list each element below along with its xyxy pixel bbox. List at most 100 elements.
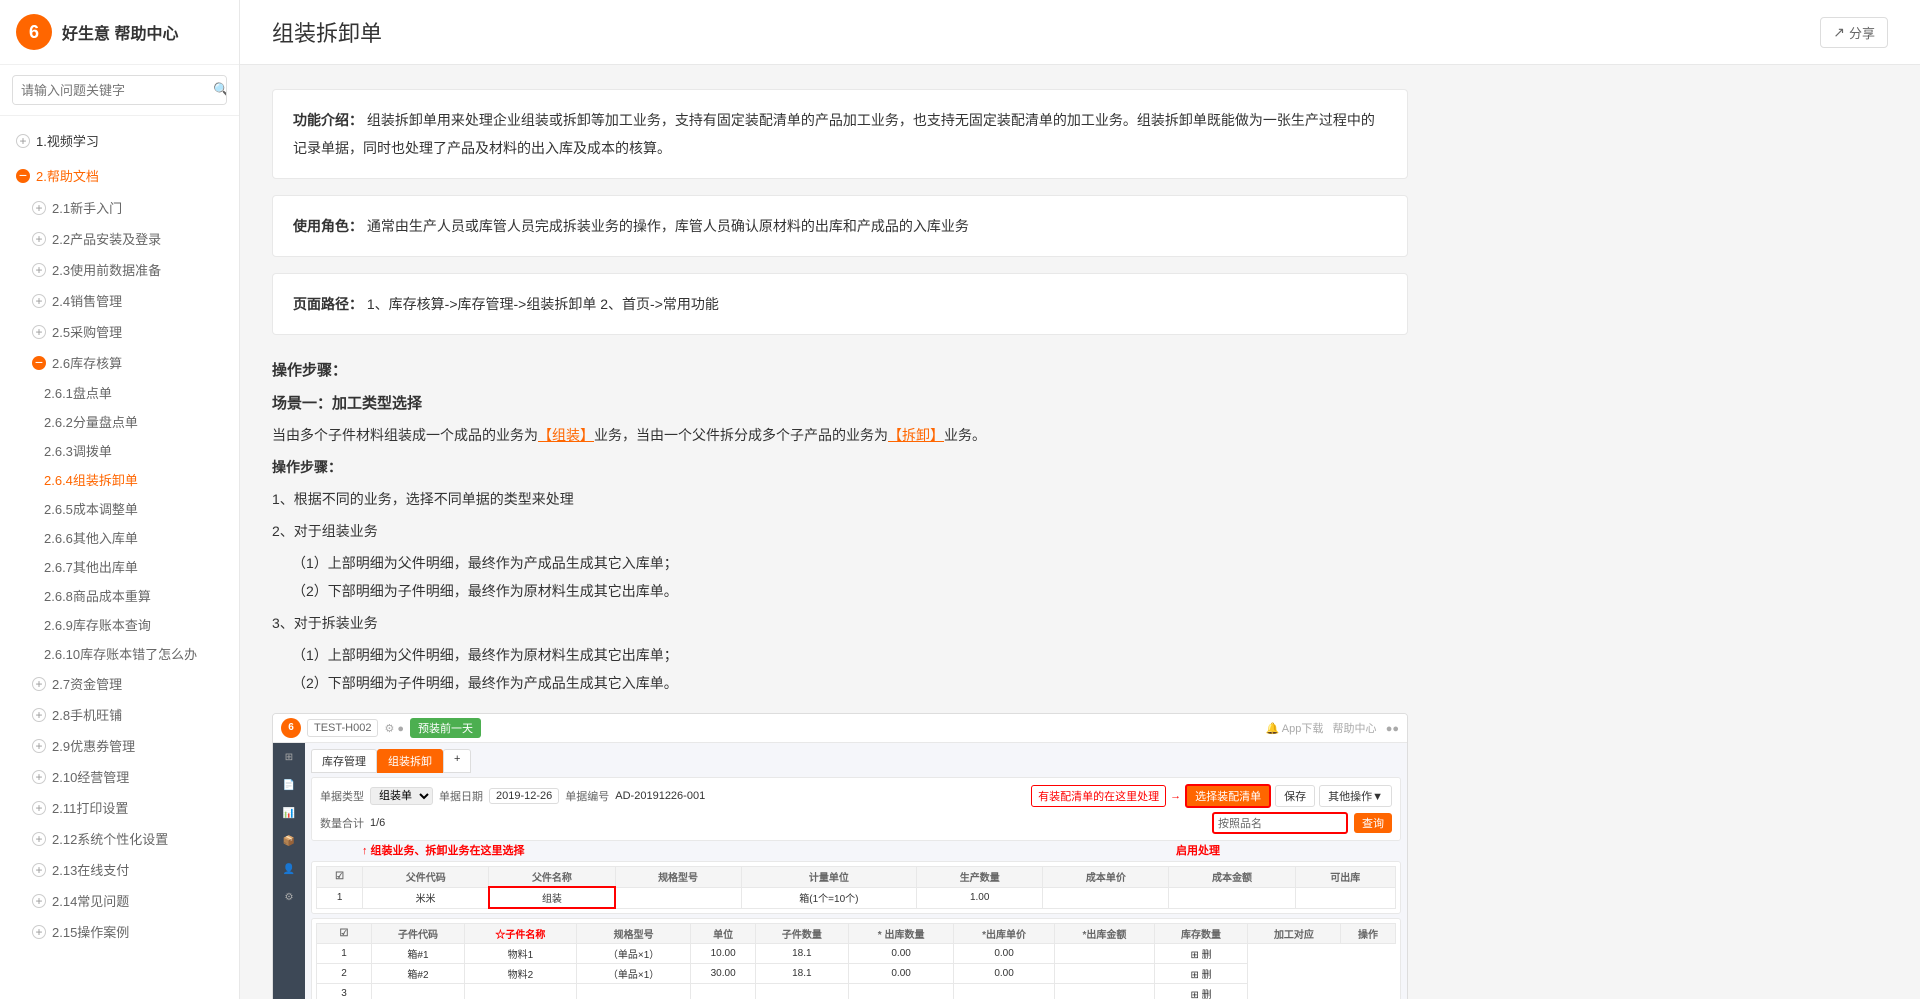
sidebar-item-ops[interactable]: + 2.10经营管理 bbox=[0, 761, 239, 792]
role-text: 通常由生产人员或库管人员完成拆装业务的操作，库管人员确认原材料的出库和产成品的入… bbox=[367, 218, 969, 234]
highlight-disassembly: 【拆卸】 bbox=[888, 427, 944, 443]
sidebar-item-purchase[interactable]: + 2.5采购管理 bbox=[0, 316, 239, 347]
sidebar-item-install[interactable]: + 2.2产品安装及登录 bbox=[0, 223, 239, 254]
plus-icon-finance: + bbox=[32, 677, 46, 691]
sidebar-label-stock-ledger: 2.6.9库存账本查询 bbox=[44, 618, 151, 633]
app-sidebar-box: 📦 bbox=[273, 827, 305, 855]
sidebar-label-stock-error: 2.6.10库存账本错了怎么办 bbox=[44, 647, 197, 662]
form-count-val: 1/6 bbox=[370, 817, 385, 829]
sidebar-label-finance: 2.7资金管理 bbox=[52, 674, 122, 693]
sidebar: 6 好生意 帮助中心 🔍 + 1.视频学习 − 2.帮助文档 + bbox=[0, 0, 240, 999]
plus-icon-custom: + bbox=[32, 832, 46, 846]
share-label: 分享 bbox=[1849, 23, 1875, 42]
highlight-assembly: 【组装】 bbox=[538, 427, 594, 443]
app-sidebar-home: ⊞ bbox=[273, 743, 305, 771]
sidebar-item-cost-recalc[interactable]: 2.6.8商品成本重算 bbox=[0, 581, 239, 610]
form-billno-val: AD-20191226-001 bbox=[615, 790, 705, 802]
app-sidebar-doc: 📄 bbox=[273, 771, 305, 799]
sidebar-item-finance[interactable]: + 2.7资金管理 bbox=[0, 668, 239, 699]
plus-icon-data: + bbox=[32, 263, 46, 277]
app-form-row1: 单据类型 组装单 拆卸单 单据日期 2019-12-26 单据编号 AD-201… bbox=[320, 784, 1392, 808]
sidebar-label-other-out: 2.6.7其他出库单 bbox=[44, 560, 138, 575]
nav-section-help: − 2.帮助文档 + 2.1新手入门 + 2.2产品安装及登录 + 2.3使用前… bbox=[0, 159, 239, 947]
func-intro-label: 功能介绍： bbox=[293, 112, 363, 128]
sidebar-item-inventory[interactable]: − 2.6库存核算 bbox=[0, 347, 239, 378]
nav-children-help: + 2.1新手入门 + 2.2产品安装及登录 + 2.3使用前数据准备 + 2.… bbox=[0, 192, 239, 947]
app-sidebar-settings: ⚙ bbox=[273, 883, 305, 911]
path-block: 页面路径： 1、库存核算->库存管理->组装拆卸单 2、首页->常用功能 bbox=[272, 273, 1408, 335]
app-sidebar-person: 👤 bbox=[273, 855, 305, 883]
sidebar-item-stock-ledger[interactable]: 2.6.9库存账本查询 bbox=[0, 610, 239, 639]
btn-save[interactable]: 保存 bbox=[1275, 785, 1315, 807]
col-total-cost: 成本金额 bbox=[1169, 867, 1295, 888]
col-parent-name: 父件名称 bbox=[489, 867, 615, 888]
col-parent-code: 父件代码 bbox=[363, 867, 489, 888]
sidebar-label-install: 2.2产品安装及登录 bbox=[52, 229, 161, 248]
scene1-desc: 当由多个子件材料组装成一个成品的业务为【组装】业务，当由一个父件拆分成多个子产品… bbox=[272, 421, 1408, 449]
btn-query[interactable]: 查询 bbox=[1354, 813, 1392, 833]
sidebar-label-help: 2.帮助文档 bbox=[36, 166, 99, 185]
search-button[interactable]: 🔍 bbox=[205, 76, 227, 104]
form-search-product: 按照品名 bbox=[1212, 812, 1348, 834]
label-search-product: 按照品名 bbox=[1218, 815, 1262, 831]
path-text: 1、库存核算->库存管理->组装拆卸单 2、首页->常用功能 bbox=[367, 296, 719, 312]
sidebar-label-purchase: 2.5采购管理 bbox=[52, 322, 122, 341]
sidebar-label-transfer: 2.6.3调拨单 bbox=[44, 444, 112, 459]
sidebar-item-newbie[interactable]: + 2.1新手入门 bbox=[0, 192, 239, 223]
annotation-area1: 有装配清单的在这里处理 → 选择装配清单 保存 其他操作▼ bbox=[711, 784, 1392, 808]
step3-2-text: （2）下部明细为子件明细，最终作为产成品生成其它入库单。 bbox=[272, 669, 1408, 697]
table-row: 2 箱#2 物料2 （单品×1） 30.00 18.1 0.00 0.00 bbox=[317, 964, 1396, 984]
col-cost: 成本单价 bbox=[1043, 867, 1169, 888]
plus-icon-sales: + bbox=[32, 294, 46, 308]
sidebar-item-stocktake[interactable]: 2.6.1盘点单 bbox=[0, 378, 239, 407]
sidebar-item-print[interactable]: + 2.11打印设置 bbox=[0, 792, 239, 823]
sidebar-item-other-in[interactable]: 2.6.6其他入库单 bbox=[0, 523, 239, 552]
scene1-title: 场景一：加工类型选择 bbox=[272, 392, 1408, 413]
col-spec: 规格型号 bbox=[615, 867, 741, 888]
app-tab-manage[interactable]: 库存管理 bbox=[311, 749, 377, 773]
nav-section-video: + 1.视频学习 bbox=[0, 124, 239, 157]
sidebar-item-stock-error[interactable]: 2.6.10库存账本错了怎么办 bbox=[0, 639, 239, 668]
sidebar-item-video-learning[interactable]: + 1.视频学习 bbox=[0, 124, 239, 157]
sidebar-item-help-doc[interactable]: − 2.帮助文档 bbox=[0, 159, 239, 192]
app-tab-assembly[interactable]: 组装拆卸 bbox=[377, 749, 443, 773]
nav-tree: + 1.视频学习 − 2.帮助文档 + 2.1新手入门 + 2.2产品安装及登录 bbox=[0, 116, 239, 999]
btn-more[interactable]: 其他操作▼ bbox=[1319, 785, 1392, 807]
app-logo-icon: 6 bbox=[281, 718, 301, 738]
btn-select-bom[interactable]: 选择装配清单 bbox=[1185, 784, 1271, 808]
sidebar-item-other-out[interactable]: 2.6.7其他出库单 bbox=[0, 552, 239, 581]
search-input[interactable] bbox=[13, 77, 205, 104]
sidebar-item-mobile[interactable]: + 2.8手机旺铺 bbox=[0, 699, 239, 730]
app-tab-plus[interactable]: + bbox=[443, 749, 471, 773]
sidebar-item-custom[interactable]: + 2.12系统个性化设置 bbox=[0, 823, 239, 854]
sidebar-item-payment[interactable]: + 2.13在线支付 bbox=[0, 854, 239, 885]
sidebar-item-transfer[interactable]: 2.6.3调拨单 bbox=[0, 436, 239, 465]
input-product-name[interactable] bbox=[1262, 817, 1342, 829]
app-topbar-test: TEST-H002 bbox=[307, 719, 378, 737]
app-topbar-btn[interactable]: 预装前一天 bbox=[410, 718, 481, 738]
logo-area: 6 好生意 帮助中心 bbox=[0, 0, 239, 65]
main-header: 组装拆卸单 ↗ 分享 bbox=[240, 0, 1920, 65]
sidebar-item-sales[interactable]: + 2.4销售管理 bbox=[0, 285, 239, 316]
logo-icon: 6 bbox=[16, 14, 52, 50]
plus-icon-payment: + bbox=[32, 863, 46, 877]
form-select-type[interactable]: 组装单 拆卸单 bbox=[370, 787, 433, 805]
annotation-bom: 有装配清单的在这里处理 bbox=[1031, 785, 1166, 807]
app-body: ⊞ 📄 📊 📦 👤 ⚙ 库存管理 组装拆卸 bbox=[273, 743, 1407, 999]
sidebar-item-faq[interactable]: + 2.14常见问题 bbox=[0, 885, 239, 916]
table-row: 1 米米 组装 箱(1个=10个) 1.00 bbox=[317, 887, 1396, 908]
sidebar-label-faq: 2.14常见问题 bbox=[52, 891, 129, 910]
sidebar-item-cases[interactable]: + 2.15操作案例 bbox=[0, 916, 239, 947]
sidebar-item-cost-adj[interactable]: 2.6.5成本调整单 bbox=[0, 494, 239, 523]
main-area: 组装拆卸单 ↗ 分享 功能介绍： 组装拆卸单用来处理企业组装或拆卸等加工业务，支… bbox=[240, 0, 1920, 999]
sidebar-item-assembly[interactable]: 2.6.4组装拆卸单 bbox=[0, 465, 239, 494]
share-button[interactable]: ↗ 分享 bbox=[1820, 17, 1888, 48]
sidebar-label-custom: 2.12系统个性化设置 bbox=[52, 829, 168, 848]
sidebar-item-coupon[interactable]: + 2.9优惠券管理 bbox=[0, 730, 239, 761]
col-avail: 可出库 bbox=[1295, 867, 1395, 888]
app-sidebar-chart: 📊 bbox=[273, 799, 305, 827]
sidebar-label-other-in: 2.6.6其他入库单 bbox=[44, 531, 138, 546]
app-upper-table-area: ☑ 父件代码 父件名称 规格型号 计量单位 生产数量 成本单价 成本金额 bbox=[311, 861, 1401, 914]
sidebar-item-data-prep[interactable]: + 2.3使用前数据准备 bbox=[0, 254, 239, 285]
sidebar-item-split-stocktake[interactable]: 2.6.2分量盘点单 bbox=[0, 407, 239, 436]
